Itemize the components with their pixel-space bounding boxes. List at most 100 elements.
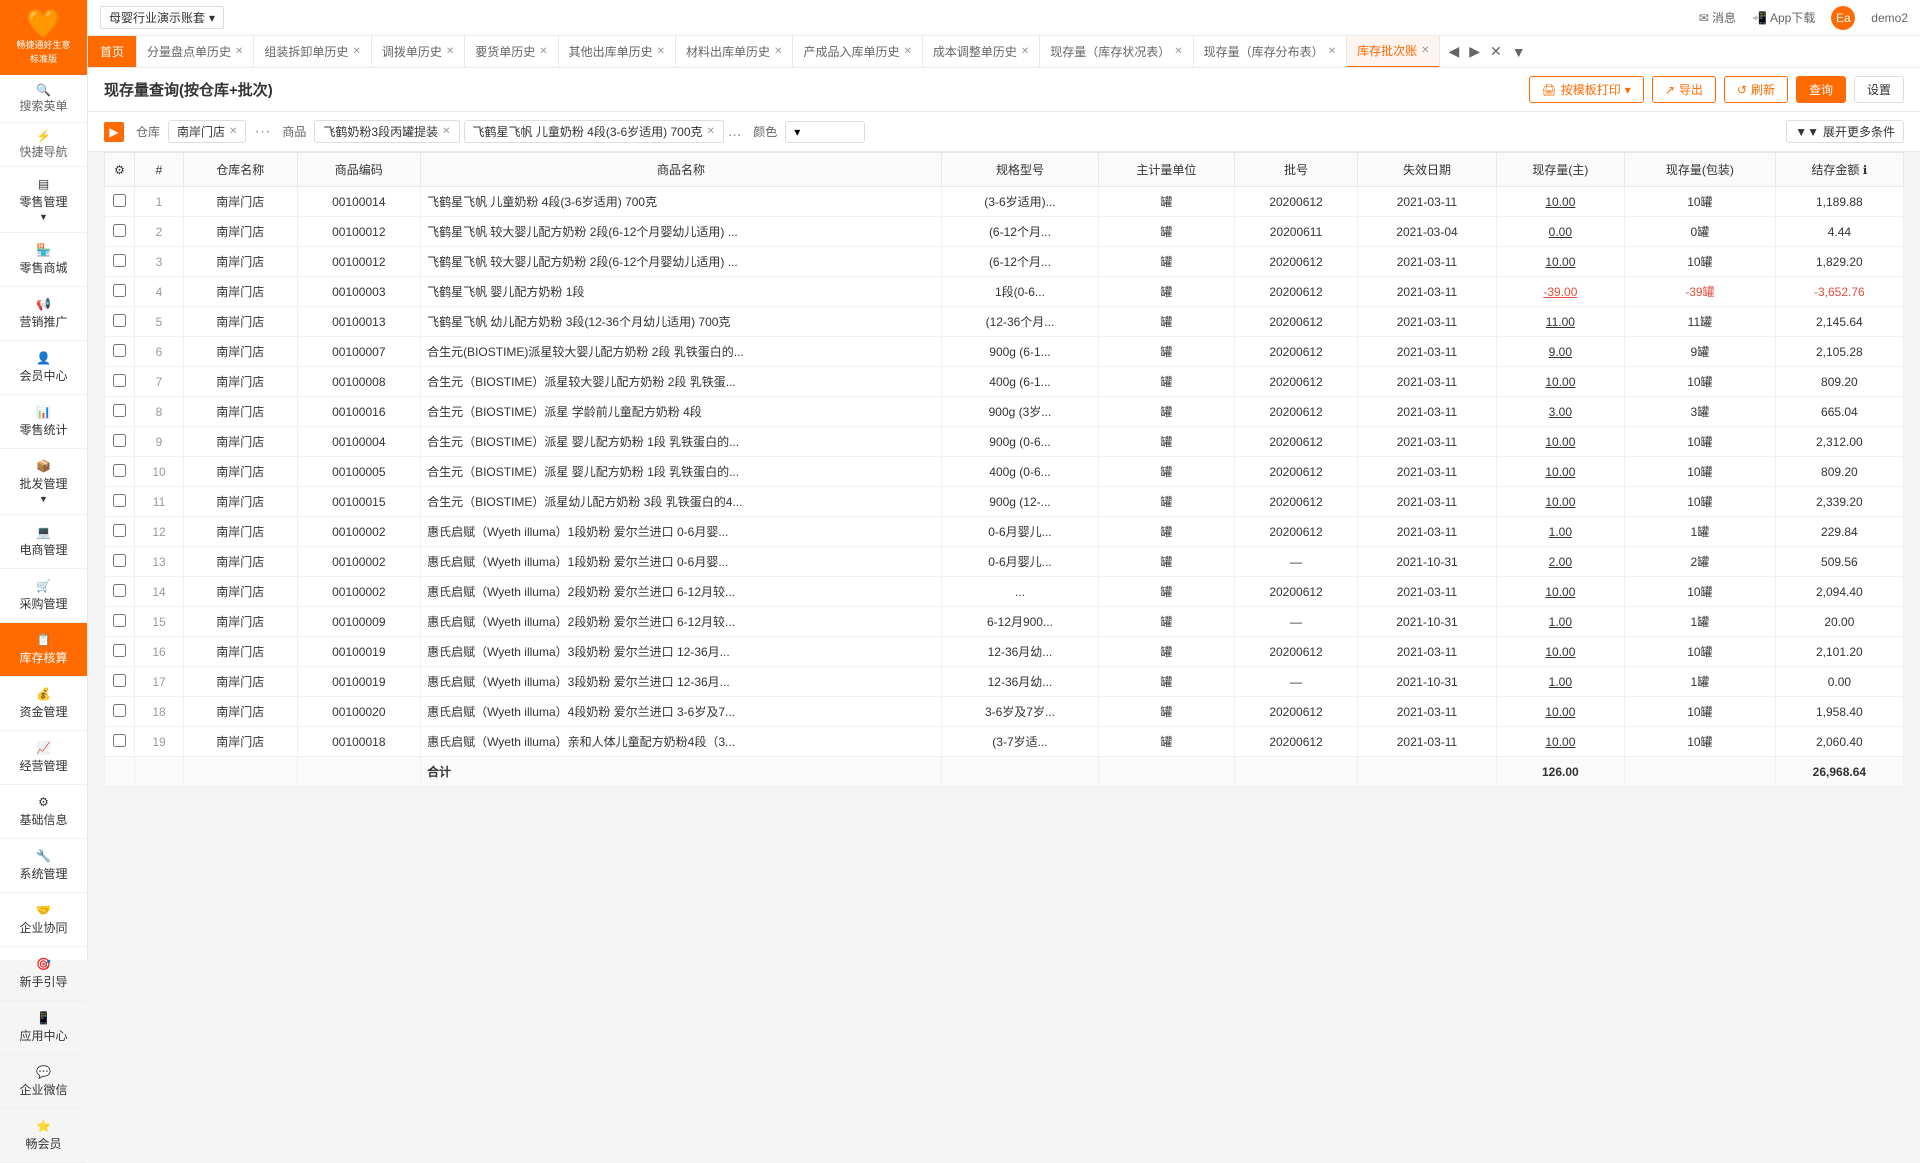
tab-home[interactable]: 首页 <box>88 36 137 68</box>
tab-inventory-status-close-icon[interactable]: ✕ <box>1174 46 1182 57</box>
expand-more-btn[interactable]: ▼▼ 展开更多条件 <box>1786 120 1904 143</box>
message-btn[interactable]: ✉ 消息 <box>1699 9 1736 26</box>
tab-transfer-close-icon[interactable]: ✕ <box>446 46 454 57</box>
filter-toggle-btn[interactable]: ▶ <box>104 122 124 142</box>
tab-demand[interactable]: 要货单历史 ✕ <box>465 36 558 68</box>
tab-demand-close-icon[interactable]: ✕ <box>539 46 547 57</box>
sidebar-item-base[interactable]: ⚙ 基础信息 <box>0 785 87 839</box>
tab-prev-icon[interactable]: ◀ <box>1444 41 1463 62</box>
product-tag-close-1[interactable]: ✕ <box>707 126 715 137</box>
cell-checkbox[interactable] <box>105 307 135 337</box>
sidebar-item-wechat[interactable]: 💬 企业微信 <box>0 1055 87 1109</box>
sidebar-item-finance[interactable]: 💰 资金管理 <box>0 677 87 731</box>
sidebar-item-inventory[interactable]: 📋 库存核算 <box>0 623 87 677</box>
sidebar-item-sys[interactable]: 🔧 系统管理 <box>0 839 87 893</box>
sidebar-item-purchase[interactable]: 🛒 采购管理 <box>0 569 87 623</box>
cell-checkbox[interactable] <box>105 337 135 367</box>
cell-checkbox[interactable] <box>105 367 135 397</box>
color-dropdown[interactable]: ▾ <box>785 121 865 143</box>
tab-other-out[interactable]: 其他出库单历史 ✕ <box>559 36 676 68</box>
cell-checkbox[interactable] <box>105 577 135 607</box>
cell-qty-main[interactable]: 1.00 <box>1496 517 1624 547</box>
cell-qty-main[interactable]: 9.00 <box>1496 337 1624 367</box>
sidebar-item-retail-shop[interactable]: 🏪 零售商城 <box>0 233 87 287</box>
cell-qty-main[interactable]: 10.00 <box>1496 367 1624 397</box>
cell-checkbox[interactable] <box>105 247 135 277</box>
sidebar-item-retail-mgmt[interactable]: ▤ 零售管理 ▼ <box>0 167 87 233</box>
query-btn[interactable]: 查询 <box>1796 76 1846 103</box>
cell-qty-main[interactable]: 10.00 <box>1496 637 1624 667</box>
quick-nav[interactable]: ⚡ 快捷导航 <box>0 123 87 167</box>
cell-qty-main[interactable]: 10.00 <box>1496 697 1624 727</box>
tab-split-inventory[interactable]: 分量盘点单历史 ✕ <box>137 36 254 68</box>
cell-checkbox[interactable] <box>105 637 135 667</box>
sidebar-item-marketing[interactable]: 📢 营销推广 <box>0 287 87 341</box>
sidebar-item-ops[interactable]: 📈 经营管理 <box>0 731 87 785</box>
tab-cost-adjust[interactable]: 成本调整单历史 ✕ <box>923 36 1040 68</box>
product-more-icon[interactable]: ... <box>728 123 741 141</box>
export-btn[interactable]: ↗ 导出 <box>1652 76 1716 103</box>
tab-split-close-icon[interactable]: ✕ <box>235 46 243 57</box>
tab-batch-voucher[interactable]: 库存批次账 ✕ <box>1347 36 1440 68</box>
warehouse-tag-0[interactable]: 南岸门店 ✕ <box>168 120 246 143</box>
tab-inventory-dist[interactable]: 现存量（库存分布表） ✕ <box>1194 36 1347 68</box>
product-tag-close-0[interactable]: ✕ <box>442 126 450 137</box>
cell-qty-main[interactable]: 10.00 <box>1496 577 1624 607</box>
refresh-btn[interactable]: ↺ 刷新 <box>1724 76 1788 103</box>
app-download-btn[interactable]: 📲 App下载 <box>1752 9 1815 26</box>
tab-material-out[interactable]: 材料出库单历史 ✕ <box>676 36 793 68</box>
sidebar-item-wholesale[interactable]: 📦 批发管理 ▼ <box>0 449 87 515</box>
cell-checkbox[interactable] <box>105 667 135 697</box>
cell-qty-main[interactable]: 10.00 <box>1496 427 1624 457</box>
tab-other-out-close-icon[interactable]: ✕ <box>657 46 665 57</box>
tab-material-out-close-icon[interactable]: ✕ <box>774 46 782 57</box>
cell-qty-main[interactable]: 10.00 <box>1496 487 1624 517</box>
tab-transfer[interactable]: 调拨单历史 ✕ <box>372 36 465 68</box>
product-tag-0[interactable]: 飞鹤奶粉3段丙罐提装 ✕ <box>314 120 459 143</box>
cell-qty-main[interactable]: 10.00 <box>1496 727 1624 757</box>
tab-product-in[interactable]: 产成品入库单历史 ✕ <box>793 36 922 68</box>
search-menu[interactable]: 🔍 搜索英单 <box>0 75 87 123</box>
cell-checkbox[interactable] <box>105 727 135 757</box>
sidebar-item-vip[interactable]: ⭐ 畅会员 <box>0 1109 87 1163</box>
cell-checkbox[interactable] <box>105 277 135 307</box>
cell-qty-main[interactable]: 10.00 <box>1496 247 1624 277</box>
cell-qty-main[interactable]: 0.00 <box>1496 217 1624 247</box>
cell-qty-main[interactable]: 11.00 <box>1496 307 1624 337</box>
cell-checkbox[interactable] <box>105 517 135 547</box>
tab-product-in-close-icon[interactable]: ✕ <box>903 46 911 57</box>
tab-menu-icon[interactable]: ▼ <box>1508 42 1530 62</box>
tab-batch-voucher-close-icon[interactable]: ✕ <box>1421 45 1429 56</box>
cell-qty-main[interactable]: 1.00 <box>1496 667 1624 697</box>
account-dropdown[interactable]: 母婴行业演示账套 ▾ <box>100 6 224 29</box>
username[interactable]: demo2 <box>1871 11 1908 25</box>
th-settings[interactable]: ⚙ <box>105 153 135 187</box>
warehouse-more-icon[interactable]: ··· <box>254 123 270 141</box>
cell-qty-main[interactable]: 1.00 <box>1496 607 1624 637</box>
cell-qty-main[interactable]: 2.00 <box>1496 547 1624 577</box>
cell-qty-main[interactable]: -39.00 <box>1496 277 1624 307</box>
avatar[interactable]: Ea <box>1831 6 1855 30</box>
tab-inventory-dist-close-icon[interactable]: ✕ <box>1328 46 1336 57</box>
print-btn[interactable]: 🖨 按模板打印 ▾ <box>1529 76 1644 103</box>
tab-inventory-status[interactable]: 现存量（库存状况表） ✕ <box>1040 36 1193 68</box>
sidebar-item-member[interactable]: 👤 会员中心 <box>0 341 87 395</box>
product-tag-1[interactable]: 飞鹤星飞帆 儿童奶粉 4段(3-6岁适用) 700克 ✕ <box>464 120 724 143</box>
sidebar-item-coop[interactable]: 🤝 企业协同 <box>0 893 87 947</box>
tab-cost-adjust-close-icon[interactable]: ✕ <box>1021 46 1029 57</box>
cell-checkbox[interactable] <box>105 487 135 517</box>
cell-checkbox[interactable] <box>105 697 135 727</box>
cell-qty-main[interactable]: 10.00 <box>1496 457 1624 487</box>
cell-checkbox[interactable] <box>105 607 135 637</box>
cell-checkbox[interactable] <box>105 427 135 457</box>
tab-disassemble[interactable]: 组装拆卸单历史 ✕ <box>254 36 371 68</box>
cell-qty-main[interactable]: 10.00 <box>1496 187 1624 217</box>
sidebar-item-apps[interactable]: 📱 应用中心 <box>0 1001 87 1055</box>
column-settings-icon[interactable]: ⚙ <box>114 163 125 177</box>
cell-qty-main[interactable]: 3.00 <box>1496 397 1624 427</box>
warehouse-tag-close-0[interactable]: ✕ <box>229 126 237 137</box>
cell-checkbox[interactable] <box>105 397 135 427</box>
settings-btn[interactable]: 设置 <box>1854 76 1904 103</box>
sidebar-item-retail-stats[interactable]: 📊 零售统计 <box>0 395 87 449</box>
cell-checkbox[interactable] <box>105 547 135 577</box>
